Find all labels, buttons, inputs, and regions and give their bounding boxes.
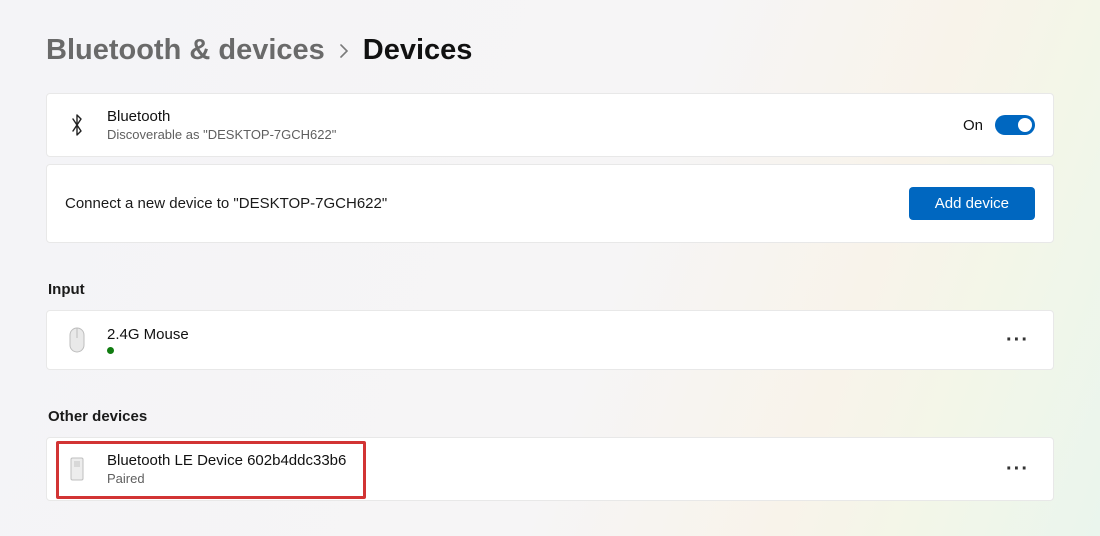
other-device-name: Bluetooth LE Device 602b4ddc33b6 <box>107 452 346 469</box>
connect-text: Connect a new device to "DESKTOP-7GCH622… <box>65 195 387 212</box>
bluetooth-card: Bluetooth Discoverable as "DESKTOP-7GCH6… <box>46 93 1054 157</box>
more-options-button[interactable]: ··· <box>1000 458 1035 481</box>
section-heading-other: Other devices <box>48 408 1054 425</box>
bluetooth-icon <box>65 113 89 137</box>
breadcrumb: Bluetooth & devices Devices <box>46 0 1054 93</box>
bluetooth-subtitle: Discoverable as "DESKTOP-7GCH622" <box>107 127 336 142</box>
connect-card: Connect a new device to "DESKTOP-7GCH622… <box>46 164 1054 243</box>
input-device-row[interactable]: 2.4G Mouse ··· <box>46 310 1054 370</box>
status-dot-icon <box>107 347 114 354</box>
bluetooth-toggle[interactable] <box>995 115 1035 135</box>
other-device-status: Paired <box>107 471 346 486</box>
chevron-right-icon <box>339 42 349 63</box>
bluetooth-state-label: On <box>963 117 983 134</box>
section-heading-input: Input <box>48 281 1054 298</box>
more-options-button[interactable]: ··· <box>1000 329 1035 352</box>
mouse-icon <box>65 325 89 355</box>
breadcrumb-current: Devices <box>363 34 473 67</box>
device-icon <box>65 454 89 484</box>
breadcrumb-parent[interactable]: Bluetooth & devices <box>46 34 325 67</box>
other-device-row[interactable]: Bluetooth LE Device 602b4ddc33b6 Paired … <box>46 437 1054 501</box>
add-device-button[interactable]: Add device <box>909 187 1035 220</box>
bluetooth-title: Bluetooth <box>107 108 336 125</box>
input-device-name: 2.4G Mouse <box>107 326 189 343</box>
